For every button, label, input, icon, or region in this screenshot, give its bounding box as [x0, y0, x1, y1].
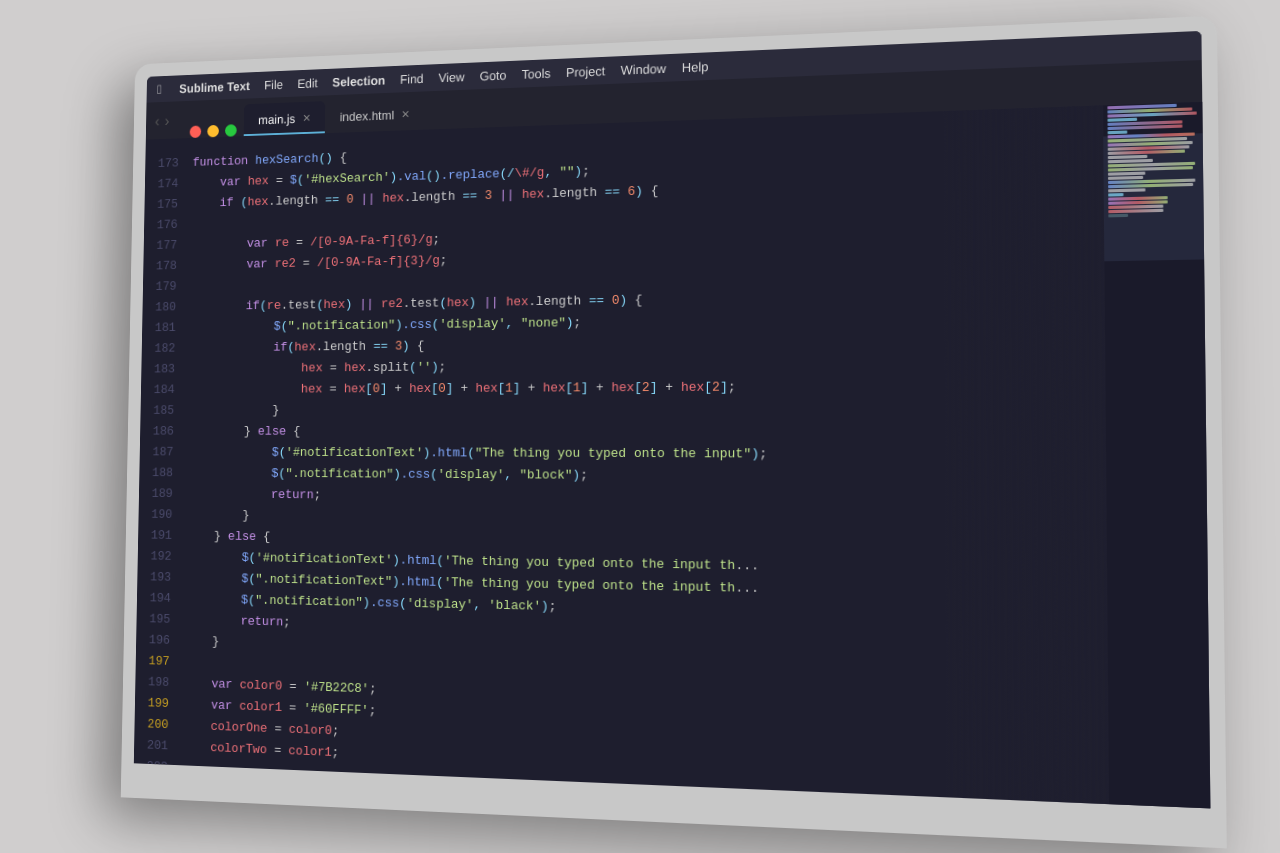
screen:  Sublime Text File Edit Selection Find …	[134, 30, 1211, 807]
editor: 173 174 175 176 177 178 179 180 181 182 …	[134, 101, 1211, 808]
tab-main-js[interactable]: main.js ✕	[244, 101, 326, 136]
forward-arrow-icon[interactable]: ›	[165, 112, 170, 129]
tab-index-html-close[interactable]: ✕	[402, 108, 410, 119]
code-line-185: }	[185, 397, 1106, 421]
menu-project[interactable]: Project	[566, 63, 605, 79]
tab-index-html[interactable]: index.html ✕	[325, 97, 425, 133]
code-line-186: } else {	[184, 420, 1106, 443]
minimap	[1103, 101, 1210, 808]
menu-tools[interactable]: Tools	[522, 65, 551, 81]
tab-main-js-close[interactable]: ✕	[302, 112, 310, 123]
laptop-frame:  Sublime Text File Edit Selection Find …	[121, 15, 1227, 848]
tab-main-js-label: main.js	[258, 111, 295, 126]
minimize-button[interactable]	[207, 124, 219, 137]
menu-find[interactable]: Find	[400, 70, 424, 85]
back-arrow-icon[interactable]: ‹	[155, 113, 160, 130]
traffic-lights	[190, 124, 237, 138]
apple-icon: 	[157, 81, 162, 96]
menu-selection[interactable]: Selection	[332, 72, 385, 88]
minimap-content	[1103, 102, 1210, 807]
menu-goto[interactable]: Goto	[480, 67, 507, 83]
menu-view[interactable]: View	[438, 69, 464, 84]
code-content: function hexSearch() { var hex = $('#hex…	[178, 105, 1109, 804]
menu-edit[interactable]: Edit	[297, 75, 317, 90]
menu-file[interactable]: File	[264, 76, 283, 91]
maximize-button[interactable]	[225, 124, 237, 137]
menu-window[interactable]: Window	[621, 60, 666, 77]
menu-sublime-text[interactable]: Sublime Text	[179, 78, 250, 95]
menu-help[interactable]: Help	[682, 58, 709, 74]
close-button[interactable]	[190, 125, 202, 138]
nav-arrows: ‹ ›	[155, 112, 170, 129]
tab-index-html-label: index.html	[340, 107, 395, 123]
